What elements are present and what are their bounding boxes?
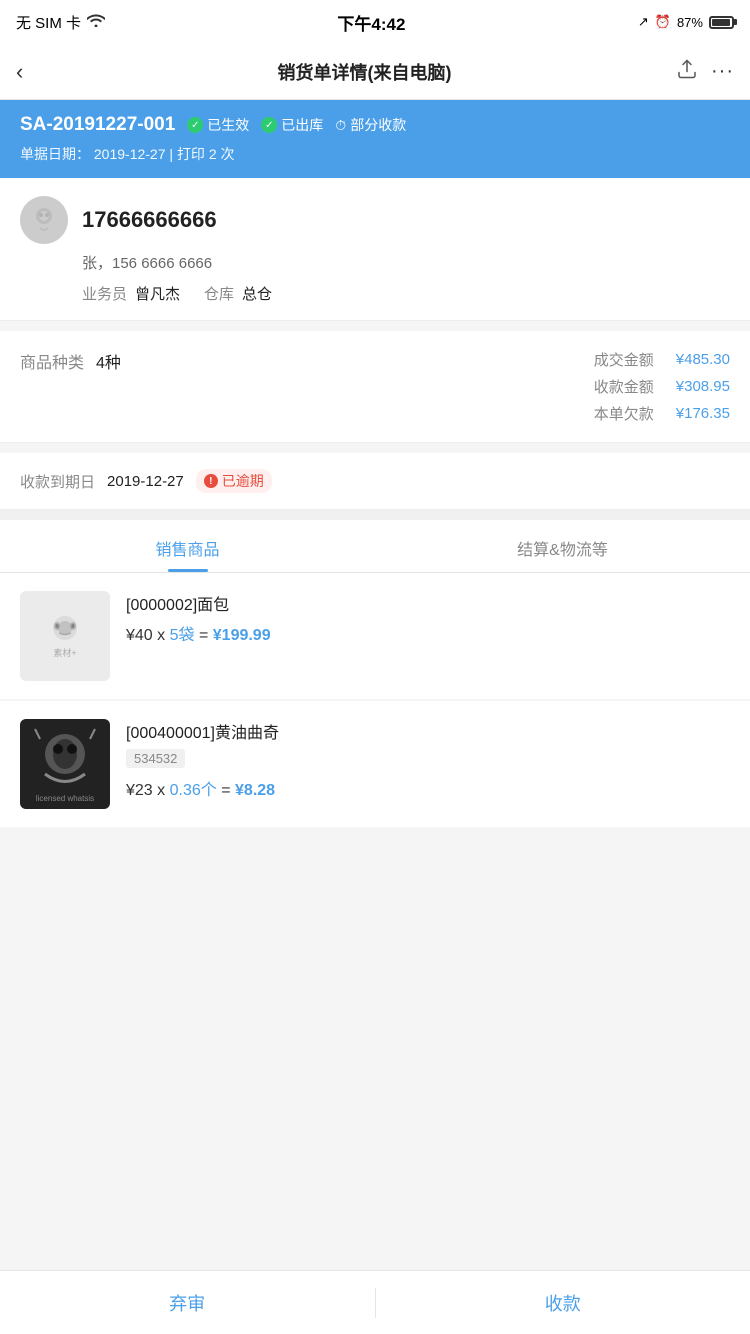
status-shipped: ✓ 已出库 [261, 115, 323, 135]
order-number: SA-20191227-001 [20, 114, 175, 136]
product-total-2: ¥8.28 [235, 782, 275, 799]
product-info-1: [0000002]面包 ¥40 x 5袋 = ¥199.99 [126, 591, 730, 645]
products-section: 素材+ [0000002]面包 ¥40 x 5袋 = ¥199.99 [0, 573, 750, 827]
avatar-icon [30, 206, 58, 234]
product-price-row-1: ¥40 x 5袋 = ¥199.99 [126, 621, 730, 645]
overdue-text: 已逾期 [222, 471, 264, 491]
due-section: 收款到期日 2019-12-27 ! 已逾期 [0, 453, 750, 510]
product-image-icon-2: licensed whatsis [20, 719, 110, 809]
collection-label: 收款金额 [594, 376, 664, 397]
location-icon: ↗ [638, 14, 649, 30]
status-time: 下午4:42 [337, 10, 405, 35]
warehouse-field: 仓库 总仓 [204, 283, 272, 304]
check-icon-1: ✓ [187, 117, 203, 133]
page-title: 销货单详情(来自电脑) [52, 59, 677, 85]
stats-left: 商品种类 4种 [20, 349, 121, 373]
customer-top: 17666666666 [20, 196, 730, 244]
order-meta: 单据日期： 2019-12-27 | 打印 2 次 [20, 144, 730, 164]
more-button[interactable]: ··· [711, 60, 734, 83]
due-label: 收款到期日 [20, 471, 95, 492]
product-card-1: 素材+ [0000002]面包 ¥40 x 5袋 = ¥199.99 [0, 573, 750, 699]
confirm-button[interactable]: 收款 [376, 1271, 750, 1334]
overdue-badge: ! 已逾期 [196, 469, 272, 493]
sales-label: 业务员 [82, 283, 127, 304]
product-placeholder-icon: 素材+ [35, 606, 95, 666]
category-value: 4种 [96, 349, 121, 373]
meta-separator: | [169, 146, 177, 162]
collection-row: 收款金额 ¥308.95 [594, 376, 730, 397]
product-qty-1: 5袋 [170, 627, 195, 644]
product-name-1: [0000002]面包 [126, 591, 730, 615]
tabs-section: 销售商品 结算&物流等 [0, 520, 750, 573]
status-bar: 无 SIM 卡 下午4:42 ↗ ⏰ 87% [0, 0, 750, 44]
alarm-icon: ⏰ [655, 14, 671, 30]
share-button[interactable] [677, 58, 699, 85]
stats-grid: 商品种类 4种 成交金额 ¥485.30 收款金额 ¥308.95 本单欠款 ¥… [20, 349, 730, 424]
customer-section: 17666666666 张，156 6666 6666 业务员 曾凡杰 仓库 总… [0, 178, 750, 321]
meta-print: 打印 2 次 [177, 146, 235, 162]
product-price-1: ¥40 [126, 627, 153, 644]
check-icon-2: ✓ [261, 117, 277, 133]
product-card-2: licensed whatsis [000400001]黄油曲奇 534532 … [0, 701, 750, 827]
due-date: 2019-12-27 [107, 473, 184, 490]
transaction-row: 成交金额 ¥485.30 [594, 349, 730, 370]
debt-label: 本单欠款 [594, 403, 664, 424]
clock-icon: ⏱ [335, 117, 346, 134]
stats-section: 商品种类 4种 成交金额 ¥485.30 收款金额 ¥308.95 本单欠款 ¥… [0, 331, 750, 443]
svg-text:licensed whatsis: licensed whatsis [36, 794, 94, 803]
nav-bar: ‹ 销货单详情(来自电脑) ··· [0, 44, 750, 100]
tab-sales-products[interactable]: 销售商品 [0, 520, 375, 572]
battery-icon [709, 16, 734, 29]
overdue-icon: ! [204, 474, 218, 488]
meta-date-value: 2019-12-27 [94, 146, 166, 162]
debt-row: 本单欠款 ¥176.35 [594, 403, 730, 424]
warehouse-value: 总仓 [242, 283, 272, 304]
product-image-2: licensed whatsis [20, 719, 110, 809]
status-partial: ⏱ 部分收款 [335, 115, 406, 135]
warehouse-label: 仓库 [204, 283, 234, 304]
product-total-1: ¥199.99 [213, 627, 271, 644]
status-left: 无 SIM 卡 [16, 12, 105, 33]
customer-name: 17666666666 [82, 207, 217, 233]
order-header: SA-20191227-001 ✓ 已生效 ✓ 已出库 ⏱ 部分收款 单据日期：… [0, 100, 750, 178]
transaction-value: ¥485.30 [676, 351, 730, 368]
product-price-2: ¥23 [126, 782, 153, 799]
customer-info: 张，156 6666 6666 [20, 252, 730, 273]
product-name-2: [000400001]黄油曲奇 [126, 719, 730, 743]
status-effected: ✓ 已生效 [187, 115, 249, 135]
carrier-text: 无 SIM 卡 [16, 12, 81, 33]
product-image-1: 素材+ [20, 591, 110, 681]
customer-row: 业务员 曾凡杰 仓库 总仓 [20, 283, 730, 304]
back-button[interactable]: ‹ [16, 59, 52, 85]
bottom-bar: 弃审 收款 [0, 1270, 750, 1334]
collection-value: ¥308.95 [676, 378, 730, 395]
tabs-row: 销售商品 结算&物流等 [0, 520, 750, 572]
sales-field: 业务员 曾凡杰 [82, 283, 180, 304]
svg-text:素材+: 素材+ [53, 647, 76, 658]
product-sku-badge: 534532 [126, 749, 185, 768]
transaction-label: 成交金额 [594, 349, 664, 370]
meta-date-label: 单据日期： [20, 146, 90, 162]
order-header-top: SA-20191227-001 ✓ 已生效 ✓ 已出库 ⏱ 部分收款 [20, 114, 730, 136]
product-qty-2: 0.36个 [170, 782, 217, 799]
debt-value: ¥176.35 [676, 405, 730, 422]
section-divider [0, 510, 750, 520]
product-price-row-2: ¥23 x 0.36个 = ¥8.28 [126, 776, 730, 800]
sales-value: 曾凡杰 [135, 283, 180, 304]
battery-percent: 87% [677, 15, 703, 30]
tab-settlement[interactable]: 结算&物流等 [375, 520, 750, 572]
customer-avatar [20, 196, 68, 244]
stats-right: 成交金额 ¥485.30 收款金额 ¥308.95 本单欠款 ¥176.35 [594, 349, 730, 424]
cancel-button[interactable]: 弃审 [0, 1271, 375, 1334]
category-label: 商品种类 [20, 349, 84, 373]
product-info-2: [000400001]黄油曲奇 534532 ¥23 x 0.36个 = ¥8.… [126, 719, 730, 800]
status-right: ↗ ⏰ 87% [638, 14, 734, 30]
wifi-icon [87, 13, 105, 31]
nav-actions: ··· [677, 58, 734, 85]
